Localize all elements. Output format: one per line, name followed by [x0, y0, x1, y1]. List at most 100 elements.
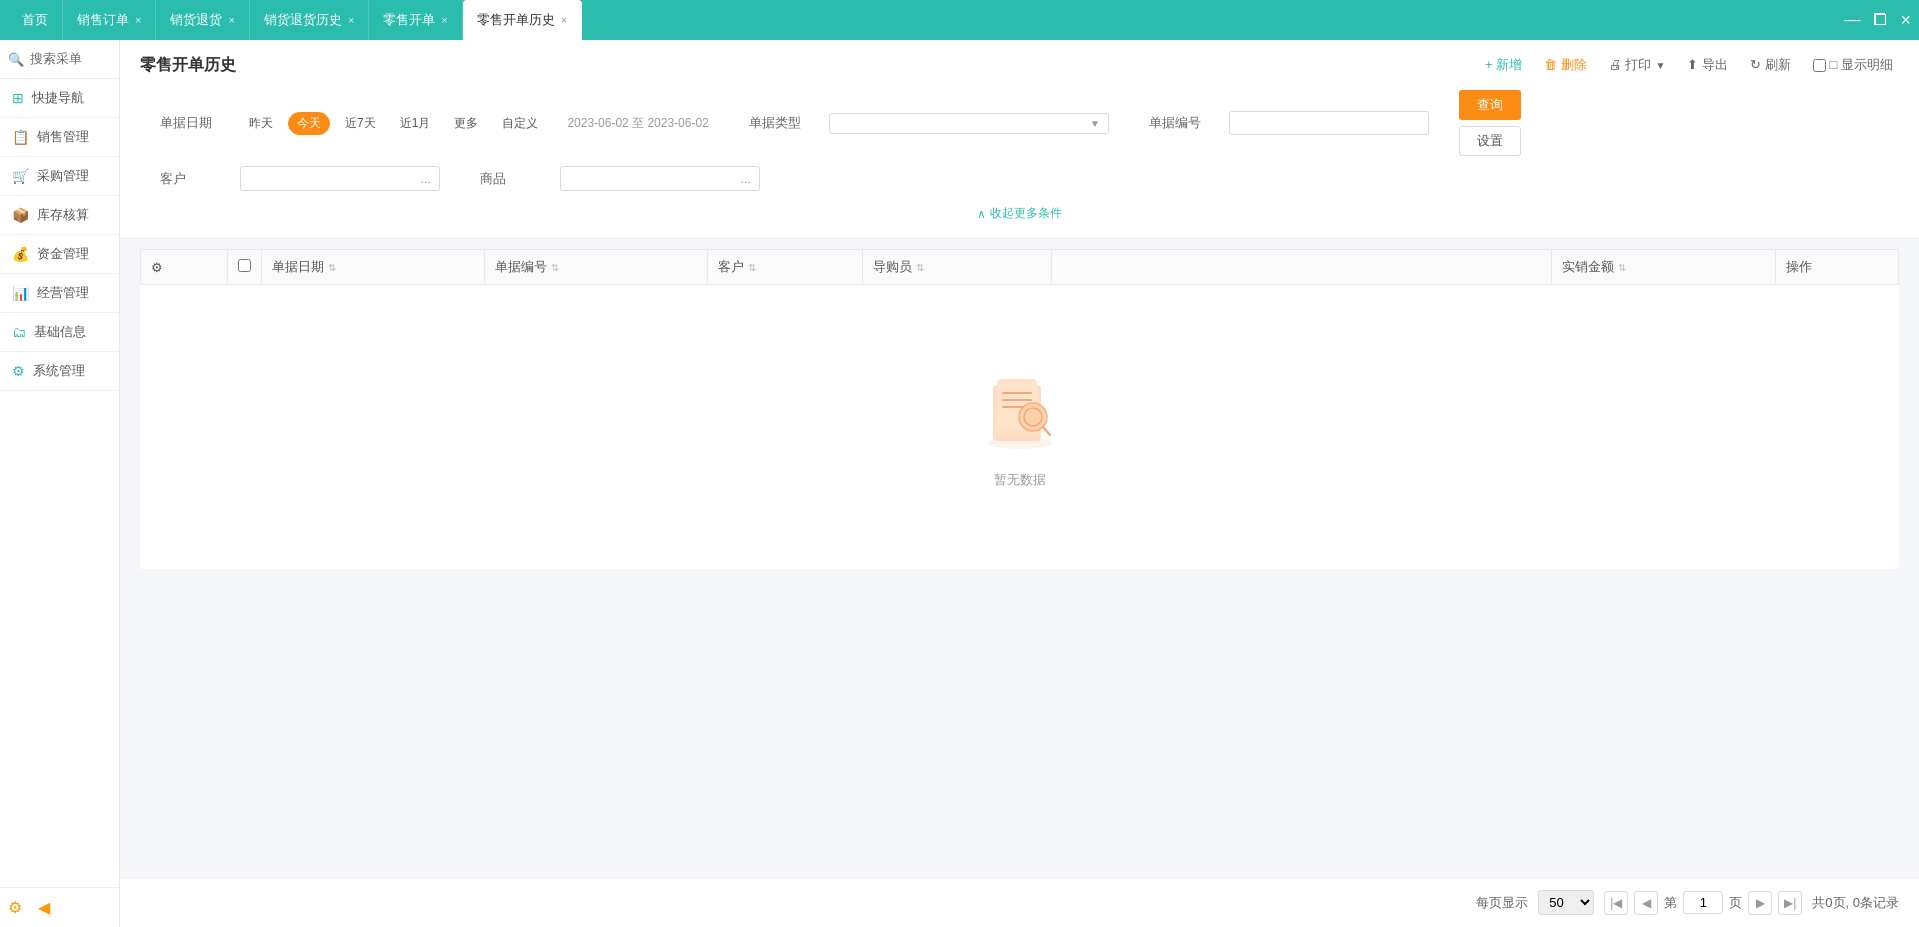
display-detail-checkbox[interactable]: [1813, 59, 1826, 72]
pagination-bar: 每页显示 50 100 200 |◀ ◀ 第 页 ▶ ▶| 共0页, 0条记录: [120, 877, 1919, 927]
svg-line-8: [1043, 427, 1050, 435]
tab-sales-order[interactable]: 销售订单 ×: [63, 0, 156, 40]
goods-filter-label: 商品: [480, 170, 540, 188]
th-guide: 导购员 ⇅: [863, 250, 1052, 285]
sidebar-item-label: 系统管理: [33, 362, 85, 380]
sidebar-item-finance[interactable]: 💰 资金管理: [0, 235, 119, 274]
no-sort-icon: ⇅: [551, 262, 559, 273]
main-layout: 🔍 搜索采单 ⊞ 快捷导航 📋 销售管理 🛒 采购管理 📦 库存核算 💰 资金管…: [0, 40, 1919, 927]
customer-input[interactable]: ...: [240, 166, 440, 191]
select-all-checkbox[interactable]: [238, 259, 251, 272]
page-nav: |◀ ◀ 第 页 ▶ ▶|: [1604, 891, 1802, 915]
close-btn[interactable]: ×: [1900, 10, 1911, 31]
th-no-sort[interactable]: 单据编号 ⇅: [495, 258, 697, 276]
empty-row: 暂无数据: [141, 285, 1899, 570]
restore-btn[interactable]: ⧠: [1872, 11, 1888, 29]
prev-page-btn[interactable]: ◀: [1634, 891, 1658, 915]
close-tab-sales-return-history[interactable]: ×: [348, 14, 354, 26]
filter-row-customer: 客户 ... 商品 ...: [160, 166, 1879, 191]
base-info-icon: 🗂: [12, 324, 26, 340]
page-label: 第: [1664, 894, 1677, 912]
finance-icon: 💰: [12, 246, 29, 262]
sidebar-item-label: 快捷导航: [32, 89, 84, 107]
tab-home[interactable]: 首页: [8, 0, 63, 40]
settings-icon[interactable]: ⚙: [8, 898, 22, 917]
export-button[interactable]: ⬆ 导出: [1681, 52, 1734, 78]
table-head: ⚙ 单据日期 ⇅ 单据编号: [141, 250, 1899, 285]
next-page-btn[interactable]: ▶: [1748, 891, 1772, 915]
first-page-btn[interactable]: |◀: [1604, 891, 1628, 915]
sidebar-item-quick-nav[interactable]: ⊞ 快捷导航: [0, 79, 119, 118]
close-tab-retail-history[interactable]: ×: [561, 14, 567, 26]
page-summary: 共0页, 0条记录: [1812, 894, 1899, 912]
tab-retail-open[interactable]: 零售开单 ×: [369, 0, 462, 40]
date-btn-more[interactable]: 更多: [445, 112, 487, 135]
filter-area: 单据日期 昨天 今天 近7天 近1月 更多 自定义 2023-06-02 至 2…: [140, 90, 1899, 238]
th-no: 单据编号 ⇅: [484, 250, 707, 285]
th-guide-sort[interactable]: 导购员 ⇅: [873, 258, 1041, 276]
th-gear[interactable]: ⚙: [141, 250, 228, 285]
collapse-label: 收起更多条件: [990, 205, 1062, 222]
date-filter-label: 单据日期: [160, 114, 220, 132]
th-customer: 客户 ⇅: [708, 250, 863, 285]
date-sort-icon: ⇅: [328, 262, 336, 273]
th-date-sort[interactable]: 单据日期 ⇅: [272, 258, 474, 276]
close-tab-retail-open[interactable]: ×: [441, 14, 447, 26]
doc-no-input[interactable]: [1229, 111, 1429, 135]
sidebar-item-inventory[interactable]: 📦 库存核算: [0, 196, 119, 235]
close-tab-sales-order[interactable]: ×: [135, 14, 141, 26]
display-detail-button[interactable]: □ 显示明细: [1807, 52, 1899, 78]
th-amount-sort[interactable]: 实销金额 ⇅: [1562, 258, 1764, 276]
th-action: 操作: [1775, 250, 1899, 285]
refresh-button[interactable]: ↻ 刷新: [1744, 52, 1797, 78]
sidebar-search[interactable]: 🔍 搜索采单: [0, 40, 119, 79]
page-size-select[interactable]: 50 100 200: [1538, 890, 1594, 915]
date-btn-today[interactable]: 今天: [288, 112, 330, 135]
setting-button[interactable]: 设置: [1459, 126, 1521, 156]
tab-sales-return[interactable]: 销货退货 ×: [156, 0, 249, 40]
tab-sales-return-history[interactable]: 销货退货历史 ×: [250, 0, 369, 40]
sidebar-item-label: 经营管理: [37, 284, 89, 302]
query-button[interactable]: 查询: [1459, 90, 1521, 120]
customer-filter-label: 客户: [160, 170, 220, 188]
date-btn-1month[interactable]: 近1月: [391, 112, 440, 135]
delete-button[interactable]: 🗑 删除: [1538, 52, 1593, 78]
sidebar-item-purchase-mgmt[interactable]: 🛒 采购管理: [0, 157, 119, 196]
print-dropdown-icon[interactable]: ▼: [1655, 60, 1665, 71]
close-tab-sales-return[interactable]: ×: [228, 14, 234, 26]
collapse-bar[interactable]: ∧ 收起更多条件: [160, 201, 1879, 226]
data-table: ⚙ 单据日期 ⇅ 单据编号: [140, 249, 1899, 569]
last-page-btn[interactable]: ▶|: [1778, 891, 1802, 915]
goods-input[interactable]: ...: [560, 166, 760, 191]
sidebar-item-sys-mgmt[interactable]: ⚙ 系统管理: [0, 352, 119, 391]
sidebar-item-base-info[interactable]: 🗂 基础信息: [0, 313, 119, 352]
doc-no-filter-label: 单据编号: [1149, 114, 1209, 132]
th-spacer: [1052, 250, 1552, 285]
sidebar-item-operations[interactable]: 📊 经营管理: [0, 274, 119, 313]
print-button[interactable]: 🖨 打印 ▼: [1603, 52, 1672, 78]
date-btn-yesterday[interactable]: 昨天: [240, 112, 282, 135]
page-number-input[interactable]: [1683, 891, 1723, 914]
doc-type-select[interactable]: ▼: [829, 113, 1109, 134]
th-amount: 实销金额 ⇅: [1552, 250, 1775, 285]
sidebar-bottom: ⚙ ◀: [0, 887, 119, 927]
top-tabbar: 首页 销售订单 × 销货退货 × 销货退货历史 × 零售开单 × 零售开单历史 …: [0, 0, 1919, 40]
minimize-btn[interactable]: —: [1844, 11, 1860, 29]
window-controls: — ⧠ ×: [1844, 10, 1911, 31]
page-title-row: 零售开单历史 + 新增 🗑 删除 🖨 打印 ▼ ⬆ 导出: [140, 52, 1899, 78]
customer-ellipsis[interactable]: ...: [420, 171, 431, 186]
th-customer-sort[interactable]: 客户 ⇅: [718, 258, 852, 276]
date-btn-custom[interactable]: 自定义: [493, 112, 547, 135]
sales-mgmt-icon: 📋: [12, 129, 29, 145]
empty-state: 暂无数据: [141, 285, 1899, 569]
tab-retail-history[interactable]: 零售开单历史 ×: [463, 0, 582, 40]
sidebar-item-label: 采购管理: [37, 167, 89, 185]
sidebar-item-sales-mgmt[interactable]: 📋 销售管理: [0, 118, 119, 157]
date-btn-7days[interactable]: 近7天: [336, 112, 385, 135]
goods-ellipsis[interactable]: ...: [740, 171, 751, 186]
sidebar-item-label: 基础信息: [34, 323, 86, 341]
quick-nav-icon: ⊞: [12, 90, 24, 106]
add-button[interactable]: + 新增: [1479, 52, 1528, 78]
collapse-icon[interactable]: ◀: [38, 898, 50, 917]
page-suffix: 页: [1729, 894, 1742, 912]
